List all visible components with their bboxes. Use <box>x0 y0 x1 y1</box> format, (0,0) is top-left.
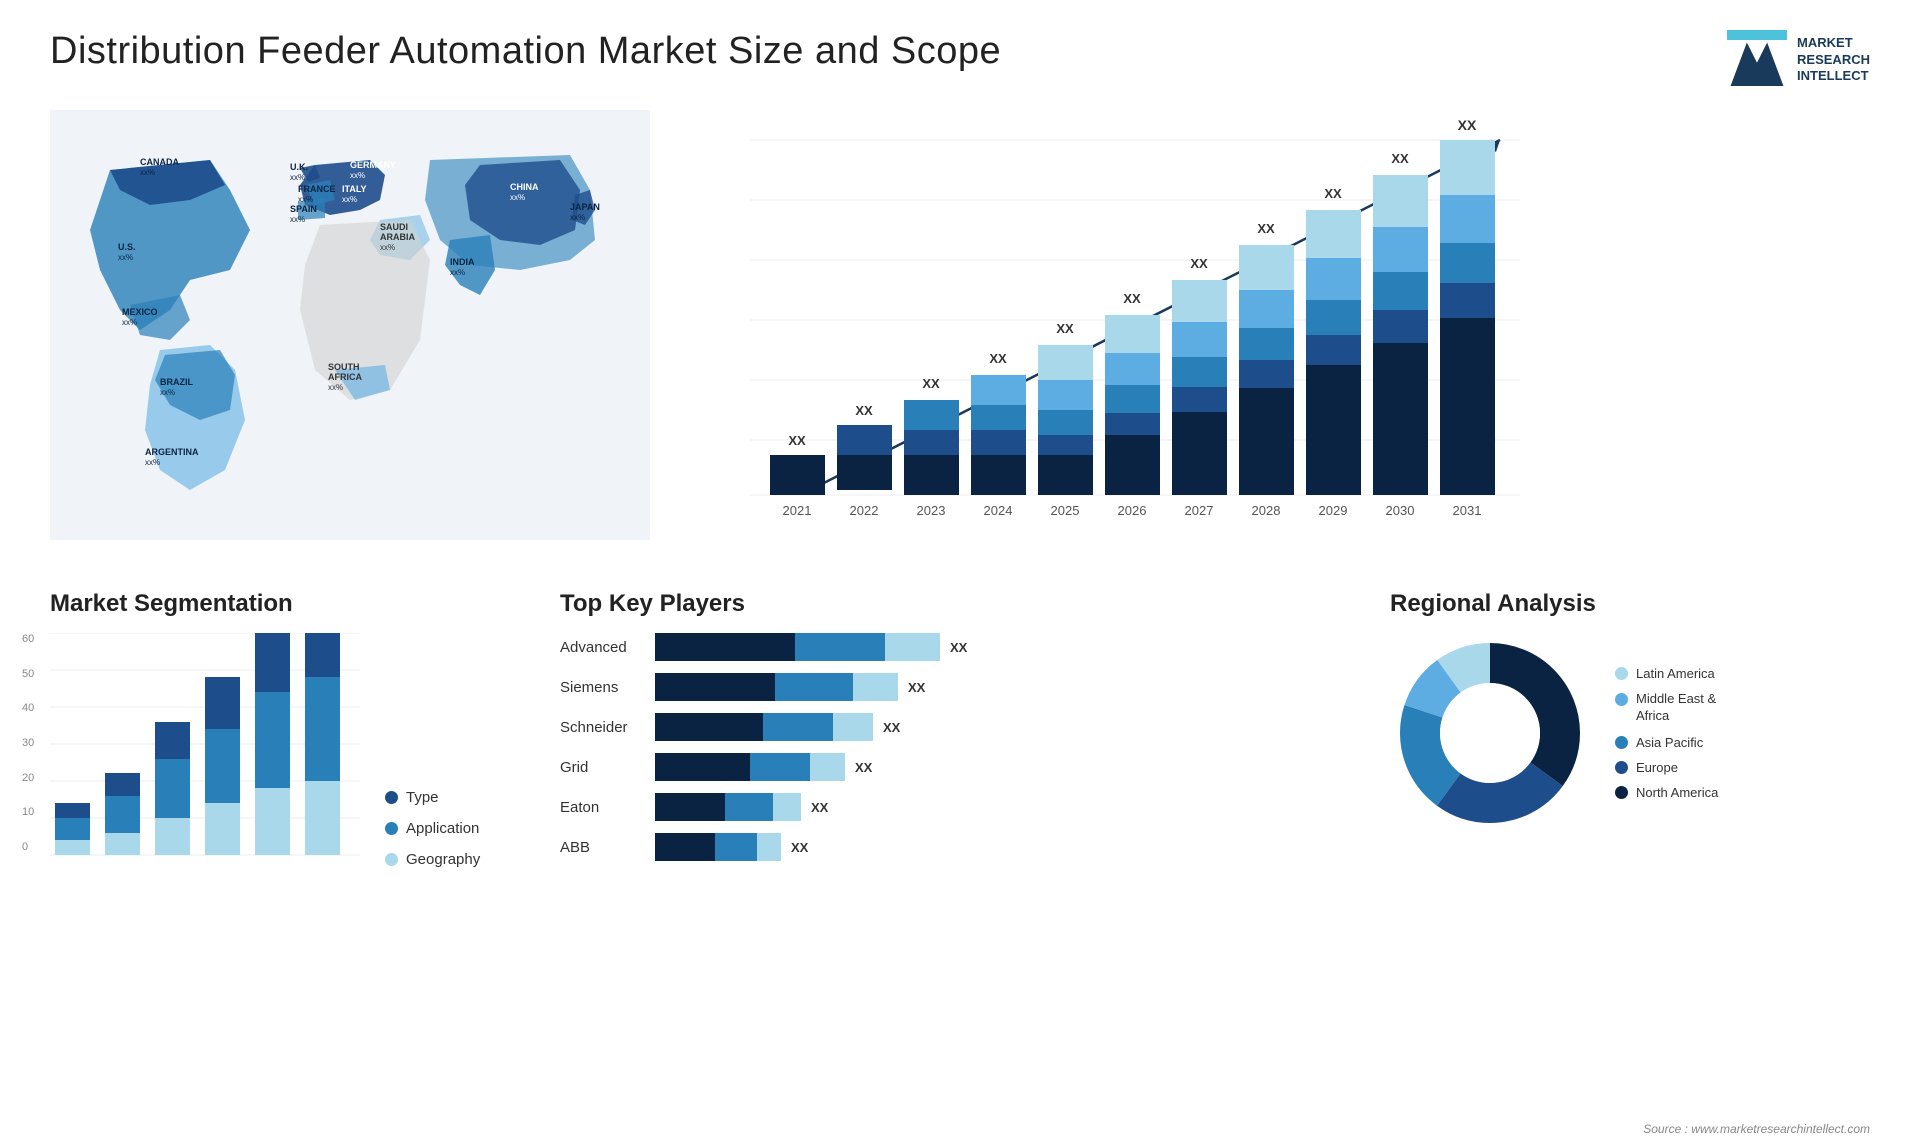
svg-text:XX: XX <box>788 433 806 448</box>
svg-text:2026: 2026 <box>311 862 334 863</box>
svg-text:XX: XX <box>989 351 1007 366</box>
svg-text:MEXICO: MEXICO <box>122 307 158 317</box>
svg-text:BRAZIL: BRAZIL <box>160 377 193 387</box>
legend-type: Type <box>385 789 480 806</box>
svg-text:2024: 2024 <box>984 503 1013 518</box>
regional-legend-europe: Europe <box>1615 760 1718 775</box>
svg-text:XX: XX <box>1190 256 1208 271</box>
svg-text:xx%: xx% <box>122 318 137 327</box>
svg-text:xx%: xx% <box>145 458 160 467</box>
world-map-section: CANADA xx% U.S. xx% MEXICO xx% BRAZIL xx… <box>50 110 650 570</box>
page-title: Distribution Feeder Automation Market Si… <box>50 30 1001 73</box>
segmentation-section: Market Segmentation 6050403020100 <box>50 590 530 868</box>
svg-text:2025: 2025 <box>261 862 284 863</box>
svg-text:U.K.: U.K. <box>290 162 308 172</box>
svg-text:xx%: xx% <box>290 173 305 182</box>
svg-text:xx%: xx% <box>350 171 365 180</box>
svg-text:XX: XX <box>1391 151 1409 166</box>
svg-text:CANADA: CANADA <box>140 157 179 167</box>
svg-text:XX: XX <box>1056 321 1074 336</box>
svg-text:2027: 2027 <box>1185 503 1214 518</box>
bar-chart-section: XX 2021 XX 2022 XX 2023 XX 2024 <box>660 110 1870 570</box>
svg-text:2022: 2022 <box>850 503 879 518</box>
seg-chart-svg: 2021 2022 2023 <box>50 633 360 863</box>
source-text: Source : www.marketresearchintellect.com <box>1643 1122 1870 1136</box>
svg-text:XX: XX <box>1257 221 1275 236</box>
svg-text:xx%: xx% <box>510 193 525 202</box>
svg-text:xx%: xx% <box>140 168 155 177</box>
svg-text:2021: 2021 <box>61 862 84 863</box>
bar-chart-svg: XX 2021 XX 2022 XX 2023 XX 2024 <box>710 120 1530 550</box>
svg-text:xx%: xx% <box>328 383 343 392</box>
svg-text:AFRICA: AFRICA <box>328 372 362 382</box>
svg-text:XX: XX <box>855 403 873 418</box>
svg-text:SAUDI: SAUDI <box>380 222 408 232</box>
legend-geography: Geography <box>385 851 480 868</box>
svg-text:JAPAN: JAPAN <box>570 202 600 212</box>
svg-text:xx%: xx% <box>570 213 585 222</box>
svg-text:GERMANY: GERMANY <box>350 160 396 170</box>
logo-icon <box>1727 30 1787 90</box>
svg-text:XX: XX <box>922 376 940 391</box>
player-row-schneider: Schneider XX <box>560 713 1360 741</box>
regional-section: Regional Analysis <box>1390 590 1870 868</box>
players-title: Top Key Players <box>560 590 1360 618</box>
svg-text:INDIA: INDIA <box>450 257 475 267</box>
svg-text:xx%: xx% <box>298 195 313 204</box>
svg-text:2025: 2025 <box>1051 503 1080 518</box>
header: Distribution Feeder Automation Market Si… <box>50 30 1870 90</box>
logo: MARKET RESEARCH INTELLECT <box>1727 30 1870 90</box>
svg-text:xx%: xx% <box>342 195 357 204</box>
svg-text:2029: 2029 <box>1319 503 1348 518</box>
svg-text:XX: XX <box>1458 120 1477 133</box>
svg-text:2021: 2021 <box>783 503 812 518</box>
donut-chart <box>1390 633 1590 833</box>
player-row-siemens: Siemens XX <box>560 673 1360 701</box>
player-row-abb: ABB XX <box>560 833 1360 861</box>
logo-text: MARKET RESEARCH INTELLECT <box>1797 35 1870 86</box>
svg-text:CHINA: CHINA <box>510 182 539 192</box>
svg-text:xx%: xx% <box>118 253 133 262</box>
svg-text:2031: 2031 <box>1453 503 1482 518</box>
player-row-advanced: Advanced XX <box>560 633 1360 661</box>
regional-legend-apac: Asia Pacific <box>1615 735 1718 750</box>
segmentation-title: Market Segmentation <box>50 590 530 618</box>
svg-text:xx%: xx% <box>160 388 175 397</box>
player-row-grid: Grid XX <box>560 753 1360 781</box>
players-section: Top Key Players Advanced XX Siemens <box>560 590 1360 868</box>
svg-text:xx%: xx% <box>450 268 465 277</box>
svg-text:FRANCE: FRANCE <box>298 184 336 194</box>
svg-text:SPAIN: SPAIN <box>290 204 317 214</box>
svg-text:ITALY: ITALY <box>342 184 367 194</box>
svg-text:U.S.: U.S. <box>118 242 136 252</box>
svg-text:XX: XX <box>1324 186 1342 201</box>
svg-text:xx%: xx% <box>380 243 395 252</box>
regional-legend-na: North America <box>1615 785 1718 800</box>
regional-legend-mea: Middle East &Africa <box>1615 691 1718 725</box>
svg-text:2024: 2024 <box>211 862 234 863</box>
svg-text:XX: XX <box>1123 291 1141 306</box>
svg-text:2028: 2028 <box>1252 503 1281 518</box>
svg-text:2023: 2023 <box>917 503 946 518</box>
player-row-eaton: Eaton XX <box>560 793 1360 821</box>
svg-text:SOUTH: SOUTH <box>328 362 360 372</box>
legend-application: Application <box>385 820 480 837</box>
regional-title: Regional Analysis <box>1390 590 1870 618</box>
svg-text:2022: 2022 <box>111 862 134 863</box>
svg-text:ARGENTINA: ARGENTINA <box>145 447 199 457</box>
regional-legend-latin: Latin America <box>1615 666 1718 681</box>
svg-text:2023: 2023 <box>161 862 184 863</box>
page-container: Distribution Feeder Automation Market Si… <box>0 0 1920 1146</box>
svg-text:ARABIA: ARABIA <box>380 232 415 242</box>
svg-text:2030: 2030 <box>1386 503 1415 518</box>
world-map-svg: CANADA xx% U.S. xx% MEXICO xx% BRAZIL xx… <box>50 110 650 540</box>
svg-text:xx%: xx% <box>290 215 305 224</box>
svg-text:2026: 2026 <box>1118 503 1147 518</box>
